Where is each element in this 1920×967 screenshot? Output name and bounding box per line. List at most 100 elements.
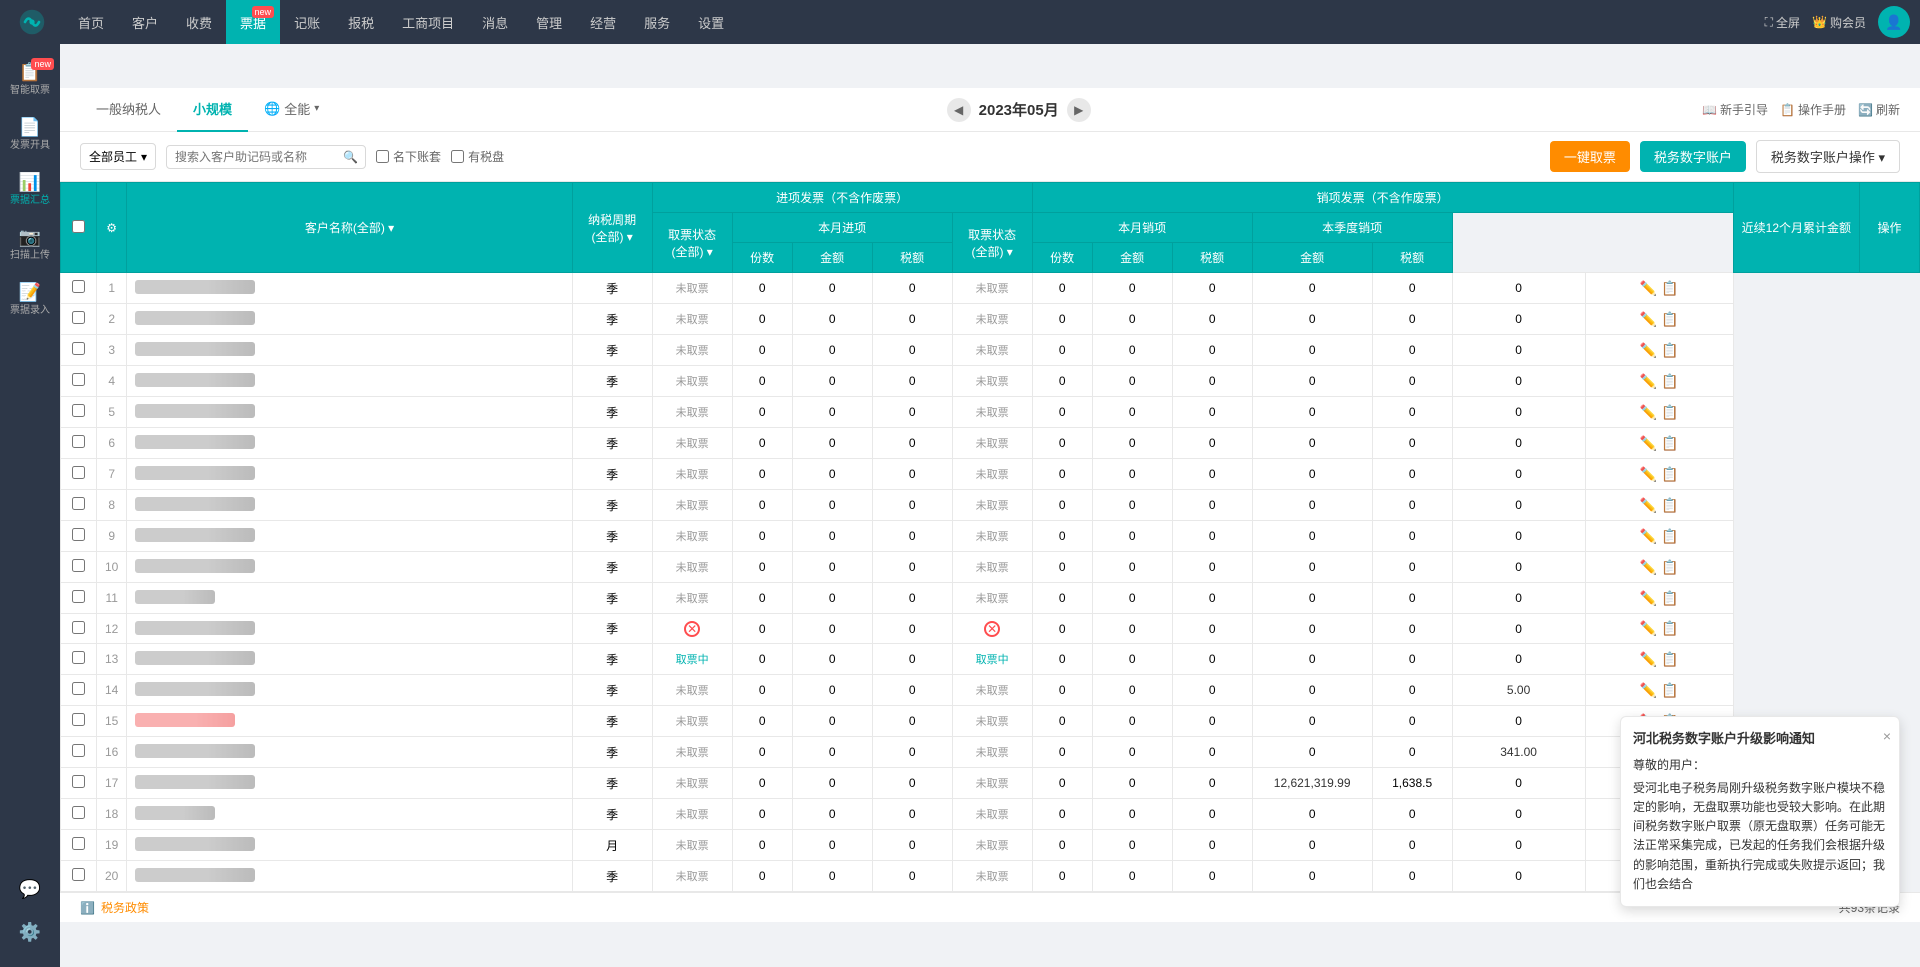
row-checkbox[interactable]	[72, 435, 85, 448]
nav-settings[interactable]: 设置	[684, 0, 738, 44]
nav-customer[interactable]: 客户	[118, 0, 172, 44]
copy-icon[interactable]: 📋	[1661, 373, 1678, 389]
sidebar-item-invoice-open[interactable]: 📄 发票开具	[2, 109, 58, 160]
nav-business[interactable]: 工商项目	[388, 0, 468, 44]
edit-icon[interactable]: ✏️	[1640, 311, 1657, 327]
notification-close-btn[interactable]: ×	[1883, 725, 1891, 747]
copy-icon[interactable]: 📋	[1661, 620, 1678, 636]
row-checkbox[interactable]	[72, 404, 85, 417]
member-btn[interactable]: 👑 购会员	[1812, 14, 1866, 31]
row-checkbox[interactable]	[72, 342, 85, 355]
tax-period-filter[interactable]: ▾	[627, 230, 633, 244]
nav-accounting[interactable]: 记账	[280, 0, 334, 44]
copy-icon[interactable]: 📋	[1661, 590, 1678, 606]
edit-icon[interactable]: ✏️	[1640, 342, 1657, 358]
one-key-ticket-btn[interactable]: 一键取票	[1550, 141, 1630, 172]
nav-tickets[interactable]: 票据 new	[226, 0, 280, 44]
tax-digital-account-btn[interactable]: 税务数字账户	[1640, 141, 1746, 172]
refresh-btn[interactable]: 🔄 刷新	[1858, 101, 1900, 118]
quarter-amount: 0	[1252, 706, 1372, 737]
row-checkbox[interactable]	[72, 744, 85, 757]
ticket-status-out-filter[interactable]: ▾	[1007, 245, 1013, 259]
copy-icon[interactable]: 📋	[1661, 404, 1678, 420]
tax-disk-checkbox-label[interactable]: 有税盘	[451, 148, 504, 165]
edit-icon[interactable]: ✏️	[1640, 466, 1657, 482]
sub-ledger-checkbox[interactable]	[376, 150, 389, 163]
edit-icon[interactable]: ✏️	[1640, 497, 1657, 513]
copy-icon[interactable]: 📋	[1661, 559, 1678, 575]
edit-icon[interactable]: ✏️	[1640, 280, 1657, 296]
nav-service[interactable]: 服务	[630, 0, 684, 44]
row-checkbox[interactable]	[72, 497, 85, 510]
tab-general-taxpayer[interactable]: 一般纳税人	[80, 88, 177, 132]
sub-ledger-checkbox-label[interactable]: 名下账套	[376, 148, 441, 165]
row-checkbox[interactable]	[72, 775, 85, 788]
nav-tax[interactable]: 报税	[334, 0, 388, 44]
sidebar-item-settings[interactable]: ⚙️	[2, 914, 58, 953]
inTax: 0	[872, 335, 952, 366]
status-text[interactable]: 税务政策	[101, 899, 149, 916]
user-avatar[interactable]: 👤	[1878, 6, 1910, 38]
row-checkbox[interactable]	[72, 682, 85, 695]
row-checkbox[interactable]	[72, 651, 85, 664]
edit-icon[interactable]: ✏️	[1640, 651, 1657, 667]
manual-btn[interactable]: 📋 操作手册	[1780, 101, 1846, 118]
nav-billing[interactable]: 收费	[172, 0, 226, 44]
row-checkbox[interactable]	[72, 713, 85, 726]
nav-message[interactable]: 消息	[468, 0, 522, 44]
nav-manage[interactable]: 管理	[522, 0, 576, 44]
filter-icon[interactable]: ▾	[388, 221, 394, 235]
copy-icon[interactable]: 📋	[1661, 280, 1678, 296]
tab-all[interactable]: 🌐 全能 ▾	[248, 88, 335, 132]
period-next-btn[interactable]: ▶	[1067, 98, 1091, 122]
row-checkbox[interactable]	[72, 311, 85, 324]
fullscreen-btn[interactable]: ⛶ 全屏	[1765, 14, 1800, 31]
copy-icon[interactable]: 📋	[1661, 651, 1678, 667]
sidebar-item-scan-upload[interactable]: 📷 扫描上传	[2, 219, 58, 270]
row-checkbox[interactable]	[72, 373, 85, 386]
tax-digital-account-op-btn[interactable]: 税务数字账户操作 ▾	[1756, 140, 1900, 173]
employee-filter[interactable]: 全部员工 ▾	[80, 143, 156, 170]
edit-icon[interactable]: ✏️	[1640, 404, 1657, 420]
period-prev-btn[interactable]: ◀	[947, 98, 971, 122]
sidebar-item-ticket-entry[interactable]: 📝 票据录入	[2, 274, 58, 325]
edit-icon[interactable]: ✏️	[1640, 528, 1657, 544]
copy-icon[interactable]: 📋	[1661, 466, 1678, 482]
edit-icon[interactable]: ✏️	[1640, 559, 1657, 575]
select-all-checkbox[interactable]	[72, 220, 85, 233]
copy-icon[interactable]: 📋	[1661, 528, 1678, 544]
inCount: 0	[732, 706, 792, 737]
copy-icon[interactable]: 📋	[1661, 682, 1678, 698]
copy-icon[interactable]: 📋	[1661, 342, 1678, 358]
nav-business2[interactable]: 经营	[576, 0, 630, 44]
ticket-status-in-filter[interactable]: ▾	[707, 245, 713, 259]
row-checkbox[interactable]	[72, 466, 85, 479]
row-checkbox[interactable]	[72, 837, 85, 850]
edit-icon[interactable]: ✏️	[1640, 435, 1657, 451]
sidebar-item-ticket-summary[interactable]: 📊 票据汇总	[2, 164, 58, 215]
row-checkbox[interactable]	[72, 528, 85, 541]
copy-icon[interactable]: 📋	[1661, 497, 1678, 513]
sidebar-item-smart-ticket[interactable]: 📋 智能取票 new	[2, 54, 58, 105]
th-in-count: 份数	[732, 243, 792, 273]
edit-icon[interactable]: ✏️	[1640, 682, 1657, 698]
copy-icon[interactable]: 📋	[1661, 311, 1678, 327]
tax-disk-checkbox[interactable]	[451, 150, 464, 163]
edit-icon[interactable]: ✏️	[1640, 590, 1657, 606]
sidebar-item-chat[interactable]: 💬	[2, 871, 58, 910]
row-checkbox[interactable]	[72, 590, 85, 603]
edit-icon[interactable]: ✏️	[1640, 620, 1657, 636]
tab-small-scale[interactable]: 小规模	[177, 88, 248, 132]
row-checkbox[interactable]	[72, 621, 85, 634]
outCount: 0	[1032, 490, 1092, 521]
edit-icon[interactable]: ✏️	[1640, 373, 1657, 389]
row-checkbox[interactable]	[72, 806, 85, 819]
copy-icon[interactable]: 📋	[1661, 435, 1678, 451]
outCount: 0	[1032, 583, 1092, 614]
row-checkbox[interactable]	[72, 559, 85, 572]
row-checkbox[interactable]	[72, 868, 85, 881]
new-guide-btn[interactable]: 📖 新手引导	[1702, 101, 1768, 118]
search-input[interactable]	[166, 145, 366, 169]
row-checkbox[interactable]	[72, 280, 85, 293]
nav-home[interactable]: 首页	[64, 0, 118, 44]
